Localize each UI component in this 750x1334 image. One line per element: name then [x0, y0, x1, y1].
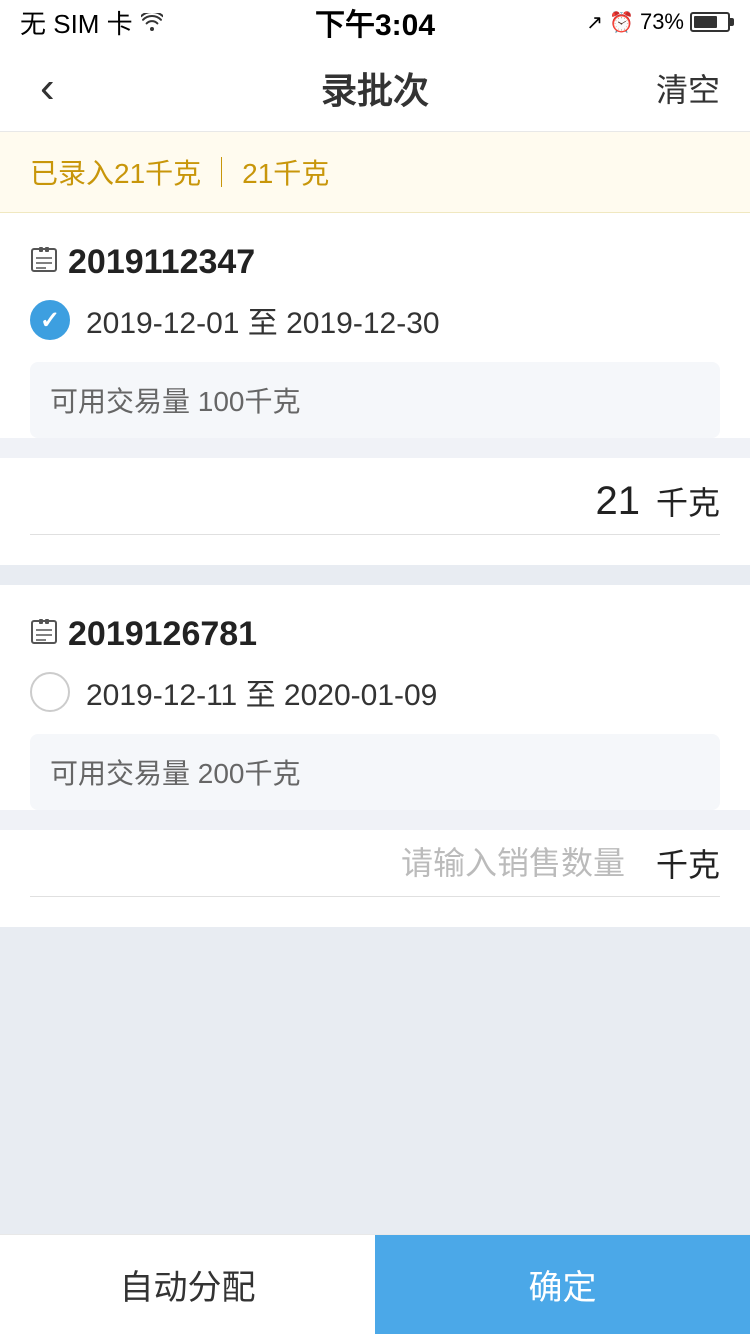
status-bar: 无 SIM 卡 下午3:04 ↗ ⏰ 73% [0, 0, 750, 44]
batch-1-radio[interactable] [30, 300, 70, 340]
nav-bar: ‹ 录批次 清空 [0, 44, 750, 132]
page-title: 录批次 [321, 62, 429, 114]
bottom-bar: 自动分配 确定 [0, 1234, 750, 1334]
batch-1-date: 2019-12-01 至 2019-12-30 [86, 298, 440, 342]
clear-button[interactable]: 清空 [656, 65, 720, 111]
battery-pct: 73% [640, 9, 684, 35]
batch-2-icon [30, 616, 58, 653]
batch-1-divider [30, 534, 720, 535]
batch-2-available: 可用交易量 200千克 [30, 734, 720, 810]
batch-2-divider [30, 896, 720, 897]
batch-item-2: 2019126781 2019-12-11 至 2020-01-09 可用交易量… [0, 585, 750, 810]
batch-1-date-row[interactable]: 2019-12-01 至 2019-12-30 [30, 298, 720, 342]
batch-2-quantity-input-row[interactable]: 千克 [0, 830, 750, 886]
total-label: 21千克 [242, 152, 329, 192]
batch-1-quantity-value: 21 [595, 479, 640, 524]
batch-2-date: 2019-12-11 至 2020-01-09 [86, 670, 437, 714]
batch-1-icon [30, 244, 58, 281]
status-right: ↗ ⏰ 73% [586, 9, 730, 35]
batch-1-id: 2019112347 [68, 243, 255, 282]
info-banner: 已录入21千克 21千克 [0, 132, 750, 213]
status-time: 下午3:04 [315, 0, 435, 44]
batch-1-header: 2019112347 [30, 243, 720, 282]
status-left: 无 SIM 卡 [20, 4, 163, 41]
confirm-button[interactable]: 确定 [375, 1235, 750, 1334]
batch-2-id: 2019126781 [68, 615, 257, 654]
battery-icon [690, 12, 730, 32]
batch-item-1: 2019112347 2019-12-01 至 2019-12-30 可用交易量… [0, 213, 750, 438]
alarm-icon: ⏰ [609, 10, 634, 35]
batch-1-available: 可用交易量 100千克 [30, 362, 720, 438]
recorded-label: 已录入21千克 [30, 152, 201, 192]
back-button[interactable]: ‹ [30, 53, 65, 123]
wifi-icon [141, 7, 163, 38]
batch-2-quantity-input[interactable] [30, 845, 640, 882]
batch-1-quantity-unit: 千克 [656, 478, 720, 524]
location-icon: ↗ [586, 10, 603, 35]
batch-1-quantity-row: 21 千克 [0, 458, 750, 524]
auto-distribute-button[interactable]: 自动分配 [0, 1235, 375, 1334]
no-sim-text: 无 SIM 卡 [20, 4, 133, 41]
batch-2-radio[interactable] [30, 672, 70, 712]
batch-2-unit: 千克 [656, 840, 720, 886]
section-gap-1 [0, 565, 750, 585]
info-divider [221, 157, 222, 187]
batch-2-date-row[interactable]: 2019-12-11 至 2020-01-09 [30, 670, 720, 714]
batch-2-header: 2019126781 [30, 615, 720, 654]
